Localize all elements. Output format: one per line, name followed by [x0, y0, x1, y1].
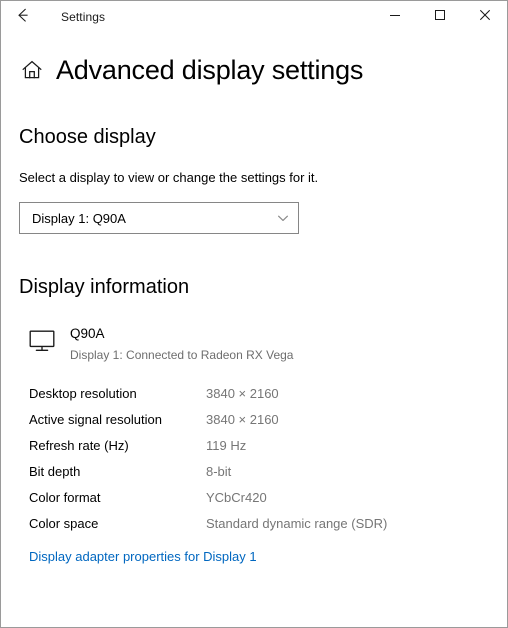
maximize-button[interactable]: [417, 1, 462, 33]
property-value: 8-bit: [206, 464, 232, 479]
chevron-down-icon: [268, 211, 298, 225]
title-bar: Settings: [1, 1, 507, 33]
property-label: Bit depth: [29, 464, 81, 479]
monitor-connection: Display 1: Connected to Radeon RX Vega: [70, 348, 294, 362]
minimize-button[interactable]: [372, 1, 417, 33]
monitor-summary: Q90A Display 1: Connected to Radeon RX V…: [19, 325, 489, 364]
page-header: Advanced display settings: [19, 53, 489, 87]
home-icon[interactable]: [19, 57, 45, 83]
monitor-text-block: Q90A Display 1: Connected to Radeon RX V…: [70, 325, 293, 364]
page-title: Advanced display settings: [56, 55, 364, 85]
property-value: 119 Hz: [206, 438, 247, 453]
monitor-name: Q90A: [70, 326, 105, 341]
display-information-heading: Display information: [19, 276, 190, 298]
display-properties-table: Desktop resolution 3840 × 2160 Active si…: [19, 383, 489, 535]
table-row: Active signal resolution 3840 × 2160: [29, 409, 489, 431]
close-icon: [479, 8, 491, 26]
property-value: 3840 × 2160: [206, 412, 279, 427]
maximize-icon: [434, 8, 446, 26]
arrow-left-icon: [13, 5, 33, 30]
display-select-value: Display 1: Q90A: [32, 210, 126, 226]
settings-content: Advanced display settings Choose display…: [1, 33, 507, 627]
table-row: Color format YCbCr420: [29, 487, 489, 509]
property-label: Desktop resolution: [29, 386, 137, 401]
property-value: 3840 × 2160: [206, 386, 279, 401]
choose-display-heading: Choose display: [19, 126, 156, 148]
property-value: YCbCr420: [206, 490, 267, 505]
property-label: Color format: [29, 490, 101, 505]
settings-window: Settings Advanced display settings Choos…: [0, 0, 508, 628]
property-label: Refresh rate (Hz): [29, 438, 129, 453]
back-button[interactable]: [1, 1, 45, 33]
window-title: Settings: [61, 10, 106, 24]
table-row: Bit depth 8-bit: [29, 461, 489, 483]
property-label: Color space: [29, 516, 99, 531]
minimize-icon: [389, 8, 401, 26]
window-controls: [372, 1, 507, 33]
display-adapter-properties-link[interactable]: Display adapter properties for Display 1: [29, 547, 257, 567]
have-a-question-heading: Have a question?: [19, 624, 489, 627]
table-row: Color space Standard dynamic range (SDR): [29, 513, 489, 535]
property-label: Active signal resolution: [29, 412, 162, 427]
property-value: Standard dynamic range (SDR): [206, 516, 388, 531]
monitor-icon: [26, 325, 58, 356]
display-select-dropdown[interactable]: Display 1: Q90A: [19, 202, 299, 234]
close-button[interactable]: [462, 1, 507, 33]
adapter-link-row: Display adapter properties for Display 1: [19, 547, 489, 567]
table-row: Refresh rate (Hz) 119 Hz: [29, 435, 489, 457]
choose-display-description: Select a display to view or change the s…: [19, 170, 319, 185]
table-row: Desktop resolution 3840 × 2160: [29, 383, 489, 405]
